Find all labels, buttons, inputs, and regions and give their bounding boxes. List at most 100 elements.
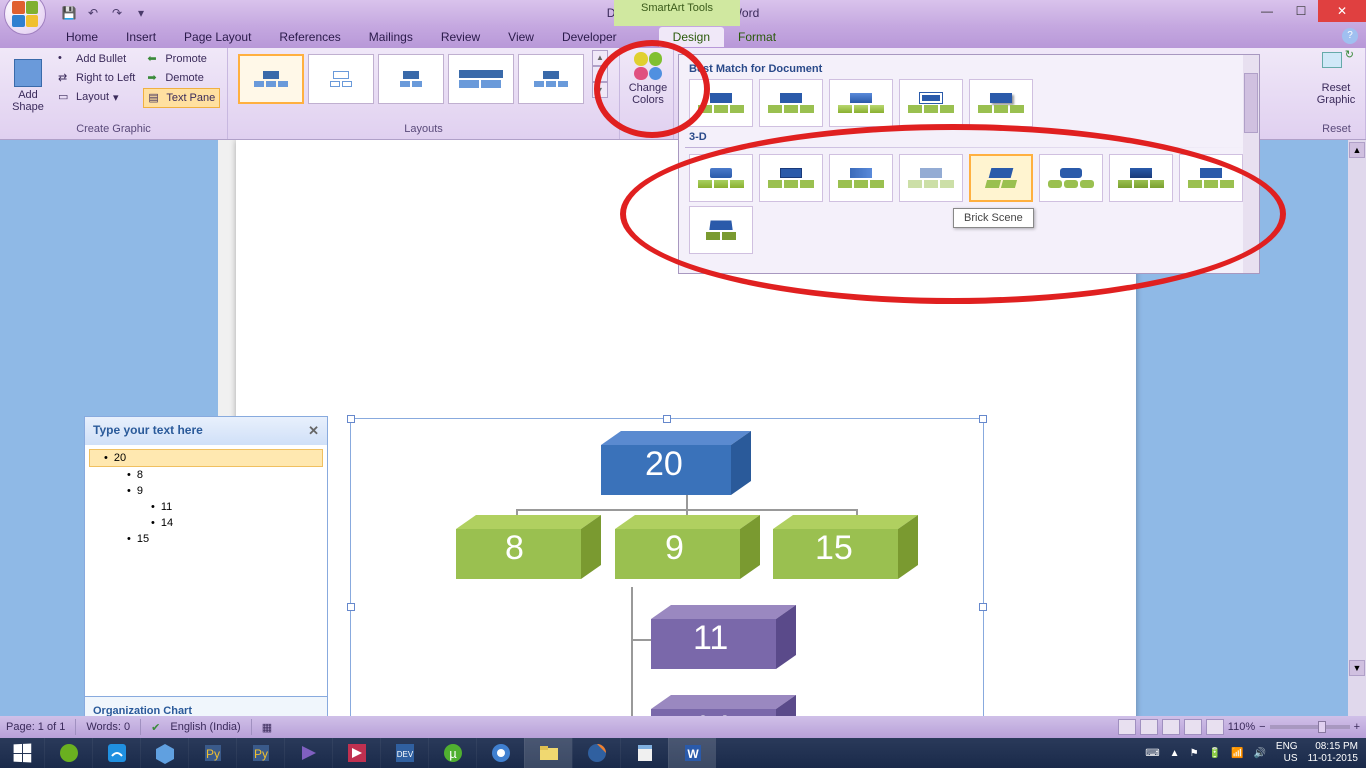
tab-design[interactable]: Design [659, 27, 724, 47]
text-pane-item-0[interactable]: •20 [89, 449, 323, 467]
tab-developer[interactable]: Developer [548, 27, 631, 47]
text-pane-item-4[interactable]: •14 [89, 515, 323, 531]
task-wifi[interactable] [92, 738, 140, 768]
style-3d-9[interactable] [689, 206, 753, 254]
style-3d-3[interactable] [829, 154, 893, 202]
style-bestmatch-1[interactable] [689, 79, 753, 127]
save-icon[interactable]: 💾 [60, 4, 78, 22]
tray-expand-icon[interactable]: ▲ [1170, 748, 1180, 759]
zoom-in-icon[interactable]: + [1354, 721, 1360, 733]
task-notepad[interactable] [620, 738, 668, 768]
text-pane-item-2[interactable]: •9 [89, 483, 323, 499]
styles-scrollbar[interactable] [1243, 55, 1259, 273]
task-word[interactable]: W [668, 738, 716, 768]
style-3d-7[interactable] [1109, 154, 1173, 202]
style-3d-5-brick-scene[interactable]: Brick Scene [969, 154, 1033, 202]
layout-thumb-5[interactable] [518, 54, 584, 104]
smartart-node-15[interactable] [773, 515, 933, 585]
help-icon[interactable]: ? [1342, 28, 1358, 44]
view-print-layout[interactable] [1118, 719, 1136, 735]
view-full-screen[interactable] [1140, 719, 1158, 735]
task-python2[interactable]: Py [236, 738, 284, 768]
view-web-layout[interactable] [1162, 719, 1180, 735]
qat-customize-icon[interactable]: ▾ [132, 4, 150, 22]
reset-graphic-button[interactable]: ↻ Reset Graphic [1314, 50, 1358, 108]
style-bestmatch-4[interactable] [899, 79, 963, 127]
task-devcpp[interactable]: DEV [380, 738, 428, 768]
layout-button[interactable]: ▭Layout ▾ [54, 88, 139, 106]
action-center-icon[interactable]: ⚑ [1190, 748, 1199, 759]
layout-thumb-2[interactable] [308, 54, 374, 104]
tray-lang[interactable]: ENGUS [1276, 741, 1298, 765]
text-pane-item-1[interactable]: •8 [89, 467, 323, 483]
tab-insert[interactable]: Insert [112, 27, 170, 47]
tab-view[interactable]: View [494, 27, 548, 47]
layouts-spinner[interactable]: ▲▼▾ [592, 50, 608, 121]
tray-clock[interactable]: 08:15 PM11-01-2015 [1308, 741, 1358, 765]
demote-button[interactable]: ➡Demote [143, 69, 220, 87]
smartart-node-14[interactable] [651, 695, 811, 716]
smartart-canvas[interactable]: 20 8 9 15 11 [350, 418, 984, 716]
page-indicator[interactable]: Page: 1 of 1 [6, 721, 65, 733]
task-python[interactable]: Py [188, 738, 236, 768]
undo-icon[interactable]: ↶ [84, 4, 102, 22]
tab-mailings[interactable]: Mailings [355, 27, 427, 47]
tab-page-layout[interactable]: Page Layout [170, 27, 265, 47]
task-explorer[interactable] [524, 738, 572, 768]
tab-review[interactable]: Review [427, 27, 494, 47]
change-colors-button[interactable]: Change Colors [626, 50, 670, 108]
battery-icon[interactable]: 🔋 [1209, 748, 1221, 759]
text-pane-close-icon[interactable]: ✕ [308, 423, 319, 439]
style-3d-1[interactable] [689, 154, 753, 202]
macro-icon[interactable]: ▦ [262, 721, 272, 734]
smartart-node-20[interactable] [601, 431, 771, 501]
redo-icon[interactable]: ↷ [108, 4, 126, 22]
smartart-node-8[interactable] [456, 515, 616, 585]
text-pane-item-3[interactable]: •11 [89, 499, 323, 515]
network-icon[interactable]: 📶 [1231, 748, 1243, 759]
text-pane-list[interactable]: •20 •8 •9 •11 •14 •15 [85, 445, 327, 696]
zoom-level[interactable]: 110% [1228, 721, 1255, 733]
spellcheck-icon[interactable]: ✔ [151, 721, 160, 734]
task-chrome[interactable] [476, 738, 524, 768]
task-3d[interactable] [140, 738, 188, 768]
word-count[interactable]: Words: 0 [86, 721, 130, 733]
task-coreldraw[interactable] [44, 738, 92, 768]
start-button[interactable] [0, 738, 44, 768]
right-to-left-button[interactable]: ⇄Right to Left [54, 69, 139, 87]
tab-home[interactable]: Home [52, 27, 112, 47]
language-indicator[interactable]: English (India) [170, 721, 240, 733]
zoom-slider[interactable] [1270, 725, 1350, 729]
style-3d-4[interactable] [899, 154, 963, 202]
layout-thumb-1[interactable] [238, 54, 304, 104]
keyboard-icon[interactable]: ⌨ [1145, 748, 1159, 759]
text-pane-item-5[interactable]: •15 [89, 531, 323, 547]
tab-references[interactable]: References [265, 27, 354, 47]
tab-format[interactable]: Format [724, 27, 790, 47]
promote-button[interactable]: ⬅Promote [143, 50, 220, 68]
volume-icon[interactable]: 🔊 [1253, 748, 1265, 759]
vertical-scrollbar[interactable]: ▲ ▼ [1348, 140, 1366, 716]
zoom-out-icon[interactable]: − [1259, 721, 1265, 733]
style-bestmatch-3[interactable] [829, 79, 893, 127]
smartart-node-9[interactable] [615, 515, 775, 585]
style-bestmatch-2[interactable] [759, 79, 823, 127]
style-bestmatch-5[interactable] [969, 79, 1033, 127]
style-3d-6[interactable] [1039, 154, 1103, 202]
task-utorrent[interactable]: µ [428, 738, 476, 768]
close-button[interactable]: ✕ [1318, 0, 1366, 22]
task-vs[interactable] [284, 738, 332, 768]
smartart-node-11[interactable] [651, 605, 811, 675]
view-draft[interactable] [1206, 719, 1224, 735]
text-pane-button[interactable]: ▤Text Pane [143, 88, 220, 108]
style-3d-2[interactable] [759, 154, 823, 202]
task-vs2[interactable] [332, 738, 380, 768]
style-3d-8[interactable] [1179, 154, 1243, 202]
add-bullet-button[interactable]: •Add Bullet [54, 50, 139, 68]
layout-thumb-3[interactable] [378, 54, 444, 104]
maximize-button[interactable]: ☐ [1284, 0, 1318, 22]
layout-thumb-4[interactable] [448, 54, 514, 104]
task-firefox[interactable] [572, 738, 620, 768]
add-shape-button[interactable]: Add Shape [6, 50, 50, 121]
minimize-button[interactable]: — [1250, 0, 1284, 22]
